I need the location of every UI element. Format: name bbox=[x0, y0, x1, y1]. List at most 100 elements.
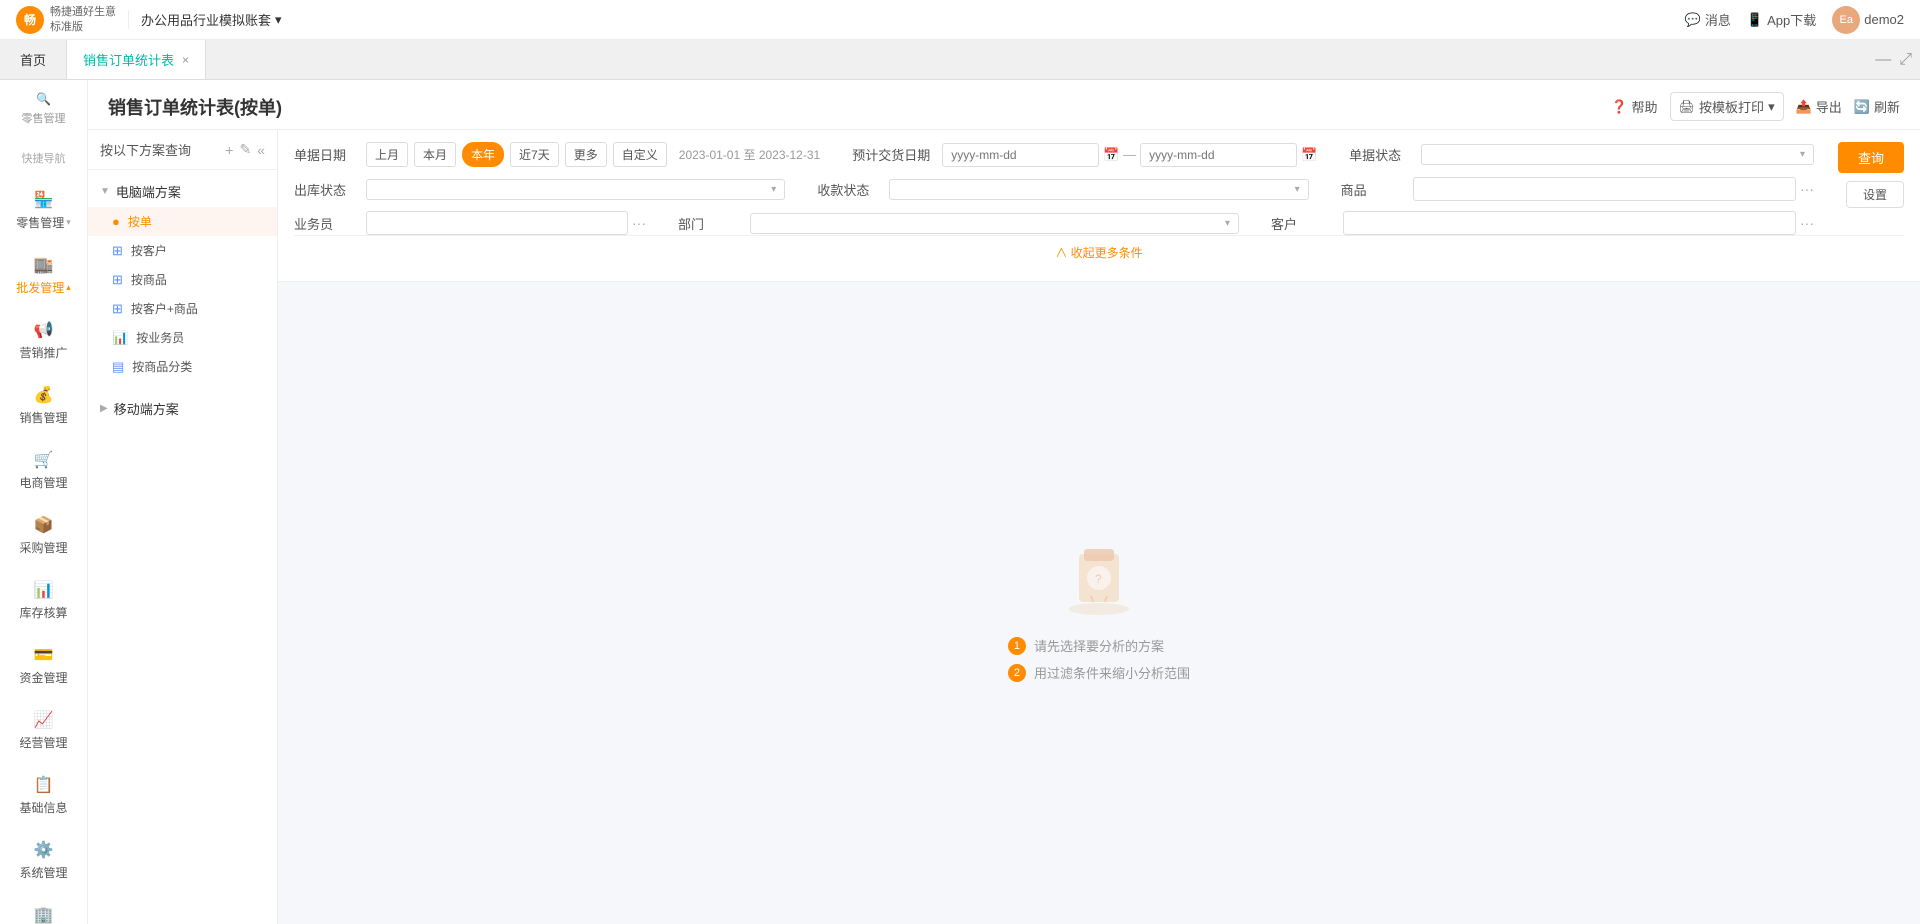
inventory-icon: 📊 bbox=[34, 580, 54, 600]
empty-illustration: ? bbox=[1049, 524, 1149, 624]
export-button[interactable]: 📤 导出 bbox=[1796, 97, 1842, 116]
page-header-actions: ❓ 帮助 🖨 按模板打印 ▾ 📤 导出 🔄 刷新 bbox=[1611, 92, 1900, 121]
pc-scheme-section: ▼ 电脑端方案 ● 按单 ⊞ 按客户 ⊞ 按商品 bbox=[88, 170, 277, 387]
collapse-filter-bar[interactable]: ∧ 收起更多条件 bbox=[294, 235, 1904, 269]
predict-date-group: 📅 — 📅 bbox=[942, 143, 1317, 167]
purchase-icon: 📦 bbox=[34, 515, 54, 535]
product-input[interactable] bbox=[1413, 177, 1796, 201]
chevron-down-icon: ▾ bbox=[275, 12, 282, 28]
sales-icon: 💰 bbox=[34, 385, 54, 405]
account-selector[interactable]: 办公用品行业模拟账套 ▾ bbox=[128, 10, 282, 29]
tab-sales-order-stats[interactable]: 销售订单统计表 × bbox=[67, 40, 206, 79]
data-panel: 单据日期 上月 本月 本年 近7天 更多 自定义 2023-01-01 至 20… bbox=[278, 130, 1920, 924]
filter-area: 单据日期 上月 本月 本年 近7天 更多 自定义 2023-01-01 至 20… bbox=[278, 130, 1920, 282]
expand-icon: ▼ bbox=[100, 186, 110, 197]
app-download-button[interactable]: 📱 App下载 bbox=[1747, 10, 1816, 29]
top-bar: 畅 畅捷通好生意 标准版 办公用品行业模拟账套 ▾ 💬 消息 📱 App下载 E… bbox=[0, 0, 1920, 40]
scheme-item-by-product[interactable]: ⊞ 按商品 bbox=[88, 265, 277, 294]
sidebar-item-basic[interactable]: 📋 基础信息 bbox=[0, 763, 87, 828]
ecommerce-icon: 🛒 bbox=[34, 450, 54, 470]
collapse-icon: ∧ bbox=[1055, 246, 1070, 260]
date-more-btn[interactable]: 更多 bbox=[565, 142, 607, 167]
maximize-icon[interactable]: ⤢ bbox=[1899, 51, 1912, 69]
calendar-icon2[interactable]: 📅 bbox=[1301, 147, 1317, 163]
minimize-icon[interactable]: — bbox=[1875, 51, 1891, 69]
chevron-down-icon: ▾ bbox=[1768, 99, 1775, 115]
sidebar-item-corp[interactable]: 🏢 企业协同 bbox=[0, 893, 87, 924]
query-button[interactable]: 查询 bbox=[1838, 142, 1904, 173]
calendar-icon[interactable]: 📅 bbox=[1103, 147, 1119, 163]
tab-home[interactable]: 首页 bbox=[0, 40, 67, 79]
customer-input[interactable] bbox=[1343, 211, 1796, 235]
salesman-input[interactable] bbox=[366, 211, 628, 235]
chevron-up-icon: ▴ bbox=[66, 282, 71, 293]
refresh-icon: 🔄 bbox=[1854, 99, 1870, 115]
sidebar-item-ecommerce[interactable]: 🛒 电商管理 bbox=[0, 438, 87, 503]
refresh-button[interactable]: 🔄 刷新 bbox=[1854, 97, 1900, 116]
sidebar-search-item[interactable]: 🔍 零售管理 bbox=[0, 80, 87, 138]
receipt-status-select[interactable]: ▾ bbox=[889, 179, 1308, 200]
main-layout: 🔍 零售管理 快捷导航 🏪 零售管理 ▾ 🏬 批发管理 ▴ 📢 营销推广 💰 bbox=[0, 80, 1920, 924]
date-button-group: 上月 本月 本年 近7天 更多 自定义 bbox=[366, 142, 667, 167]
tab-close-icon[interactable]: × bbox=[182, 53, 189, 67]
grid-scheme-icon3: ⊞ bbox=[112, 301, 123, 317]
print-button[interactable]: 🖨 按模板打印 ▾ bbox=[1670, 92, 1784, 121]
ship-status-select[interactable]: ▾ bbox=[366, 179, 785, 200]
date-last-7-days-btn[interactable]: 近7天 bbox=[510, 142, 559, 167]
pc-section-header[interactable]: ▼ 电脑端方案 bbox=[88, 176, 277, 207]
sidebar-item-ops[interactable]: 📈 经营管理 bbox=[0, 698, 87, 763]
filter-row-2: 出库状态 ▾ 收款状态 ▾ 商品 bbox=[294, 177, 1814, 201]
settings-button[interactable]: 设置 bbox=[1846, 181, 1904, 208]
phone-icon: 📱 bbox=[1747, 12, 1763, 28]
predict-date-start-input[interactable] bbox=[942, 143, 1099, 167]
mobile-section-header[interactable]: ▶ 移动端方案 bbox=[88, 393, 277, 424]
sidebar-item-sales[interactable]: 💰 销售管理 bbox=[0, 373, 87, 438]
edit-scheme-button[interactable]: ✎ bbox=[239, 141, 251, 158]
date-this-year-btn[interactable]: 本年 bbox=[462, 142, 504, 167]
export-icon: 📤 bbox=[1796, 99, 1812, 115]
grid-scheme-icon: ⊞ bbox=[112, 243, 123, 259]
salesman-more-icon[interactable]: ··· bbox=[632, 215, 646, 231]
table-scheme-icon: ▤ bbox=[112, 359, 124, 375]
customer-more-icon[interactable]: ··· bbox=[1800, 215, 1814, 231]
sidebar-item-retail[interactable]: 🏪 零售管理 ▾ bbox=[0, 178, 87, 243]
scheme-item-by-category[interactable]: ▤ 按商品分类 bbox=[88, 352, 277, 381]
basic-icon: 📋 bbox=[34, 775, 54, 795]
sidebar-item-inventory[interactable]: 📊 库存核算 bbox=[0, 568, 87, 633]
sidebar-item-marketing[interactable]: 📢 营销推广 bbox=[0, 308, 87, 373]
sidebar-item-system[interactable]: ⚙️ 系统管理 bbox=[0, 828, 87, 893]
date-last-month-btn[interactable]: 上月 bbox=[366, 142, 408, 167]
ship-status-arrow-icon: ▾ bbox=[771, 184, 776, 195]
sidebar-item-purchase[interactable]: 📦 采购管理 bbox=[0, 503, 87, 568]
scheme-item-by-order[interactable]: ● 按单 bbox=[88, 207, 277, 236]
system-icon: ⚙️ bbox=[34, 840, 54, 860]
product-more-icon[interactable]: ··· bbox=[1800, 181, 1814, 197]
status-select-arrow-icon: ▾ bbox=[1800, 149, 1805, 160]
grid-scheme-icon2: ⊞ bbox=[112, 272, 123, 288]
collapse-scheme-button[interactable]: « bbox=[257, 142, 265, 158]
scheme-panel-icons: + ✎ « bbox=[225, 141, 265, 158]
page-header: 销售订单统计表(按单) ❓ 帮助 🖨 按模板打印 ▾ 📤 导出 🔄 刷新 bbox=[88, 80, 1920, 130]
scheme-item-by-salesman[interactable]: 📊 按业务员 bbox=[88, 323, 277, 352]
help-button[interactable]: ❓ 帮助 bbox=[1611, 97, 1657, 116]
status-select[interactable]: ▾ bbox=[1421, 144, 1814, 165]
date-this-month-btn[interactable]: 本月 bbox=[414, 142, 456, 167]
wholesale-icon: 🏬 bbox=[34, 255, 54, 275]
page-title: 销售订单统计表(按单) bbox=[108, 94, 282, 120]
scheme-item-by-customer[interactable]: ⊞ 按客户 bbox=[88, 236, 277, 265]
date-custom-btn[interactable]: 自定义 bbox=[613, 142, 667, 167]
dept-select[interactable]: ▾ bbox=[750, 213, 1239, 234]
add-scheme-button[interactable]: + bbox=[225, 142, 233, 158]
print-icon: 🖨 bbox=[1679, 99, 1696, 115]
dept-arrow-icon: ▾ bbox=[1225, 218, 1230, 229]
filter-row-3: 业务员 ··· 部门 ▾ 客户 bbox=[294, 211, 1814, 235]
sidebar-item-finance[interactable]: 💳 资金管理 bbox=[0, 633, 87, 698]
predict-date-end-input[interactable] bbox=[1140, 143, 1297, 167]
sidebar-item-wholesale[interactable]: 🏬 批发管理 ▴ bbox=[0, 243, 87, 308]
user-profile[interactable]: Ea demo2 bbox=[1832, 6, 1904, 34]
scheme-panel: 按以下方案查询 + ✎ « ▼ 电脑端方案 ● 按单 bbox=[88, 130, 278, 924]
scheme-item-by-cust-prod[interactable]: ⊞ 按客户+商品 bbox=[88, 294, 277, 323]
message-button[interactable]: 💬 消息 bbox=[1685, 10, 1731, 29]
empty-hint-2: 2 用过滤条件来缩小分析范围 bbox=[1008, 663, 1190, 682]
empty-hint-1: 1 请先选择要分析的方案 bbox=[1008, 636, 1190, 655]
